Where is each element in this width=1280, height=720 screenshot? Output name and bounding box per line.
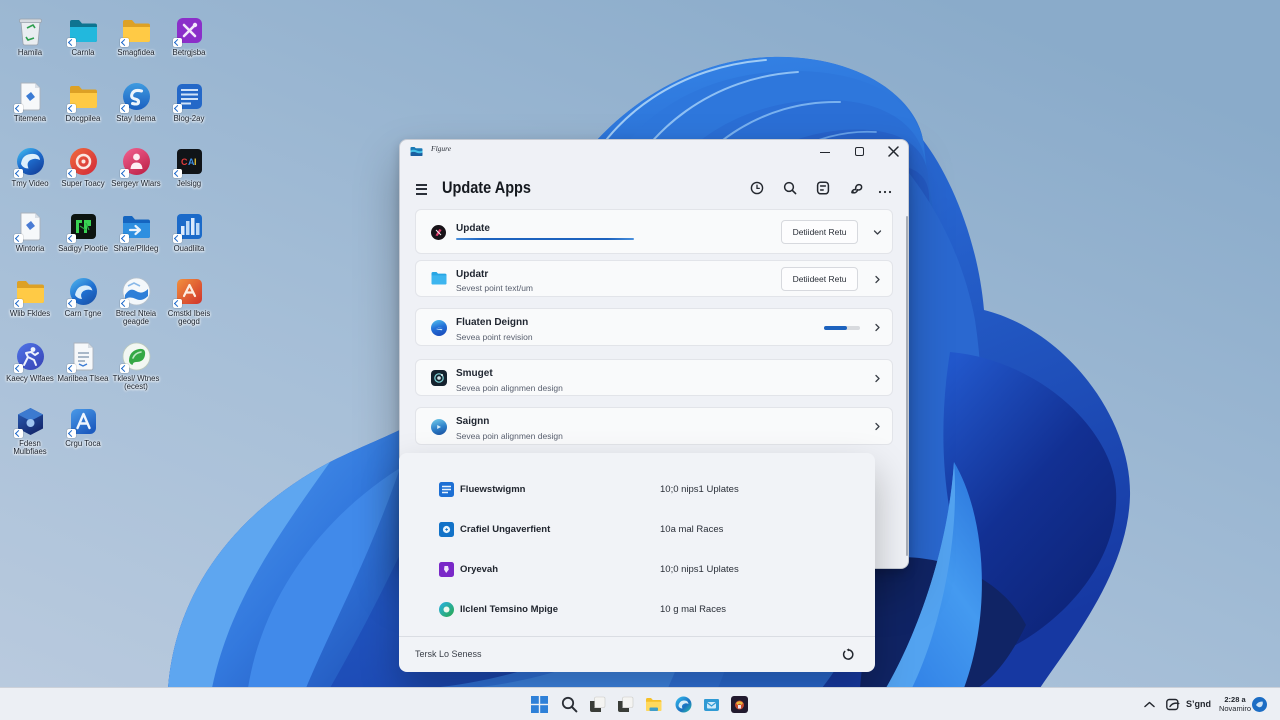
svg-text:C: C	[181, 157, 188, 167]
svg-text:I: I	[194, 157, 197, 167]
